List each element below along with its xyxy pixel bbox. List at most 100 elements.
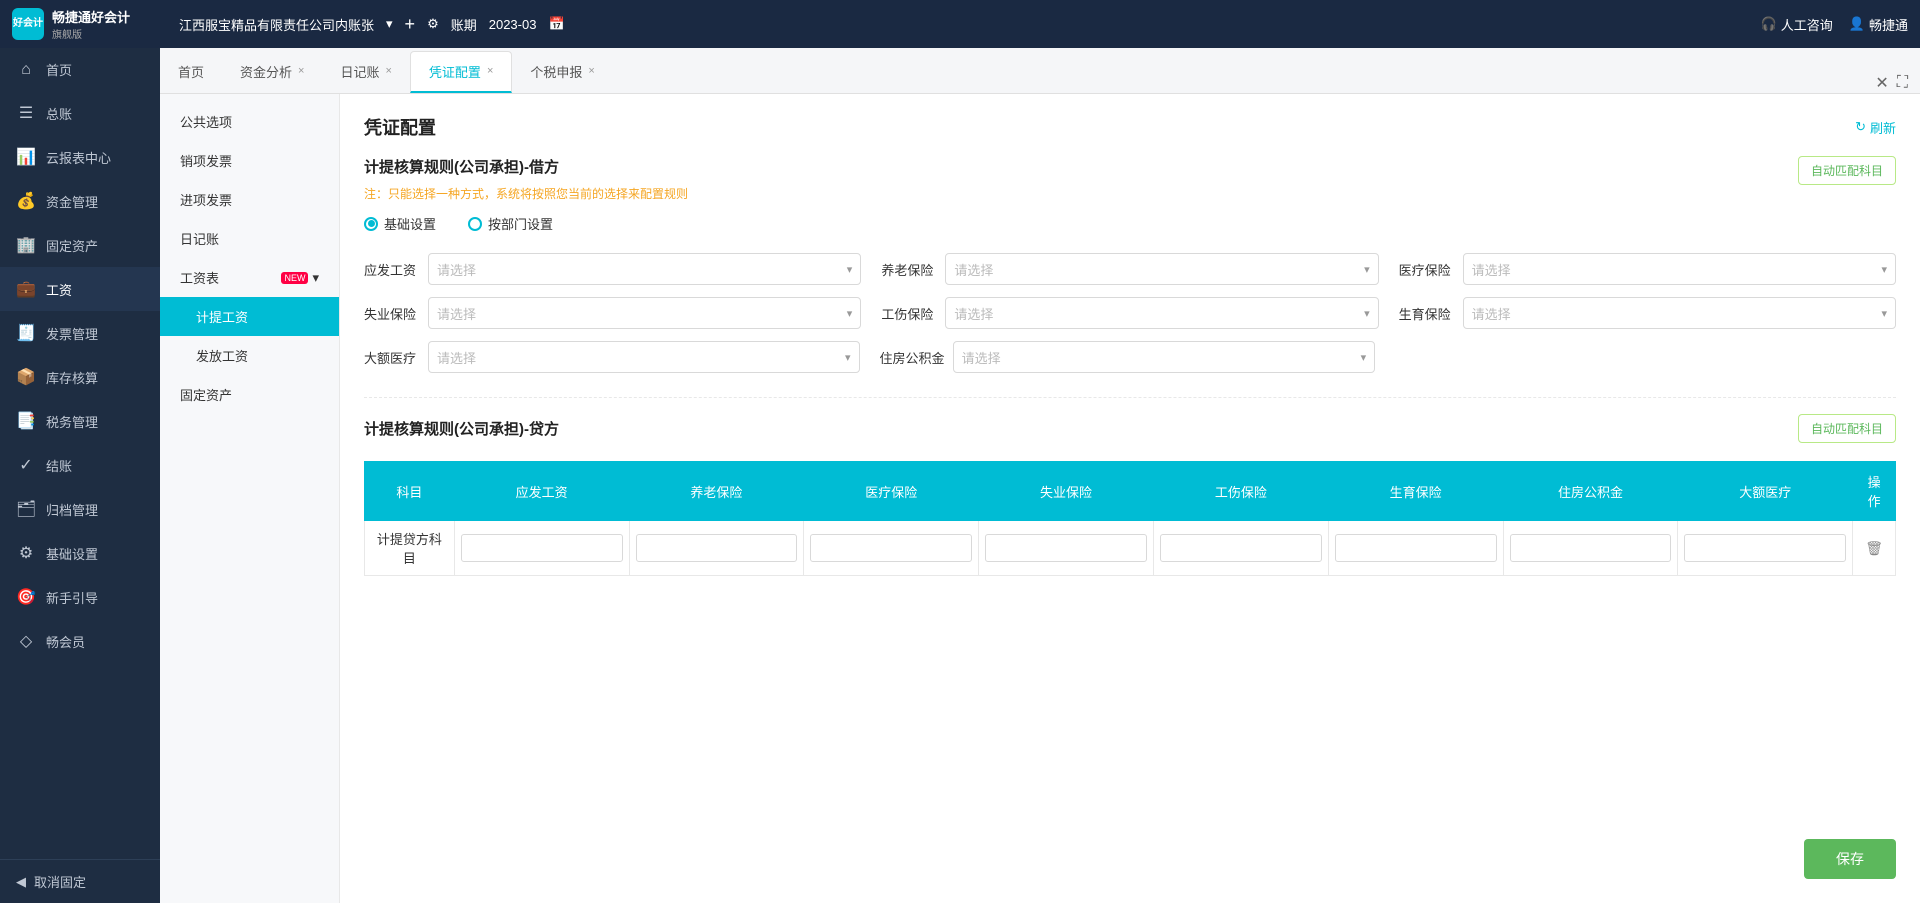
radio-basic[interactable]: 基础设置 xyxy=(364,214,436,233)
sidebar-item-reports[interactable]: 📊 云报表中心 xyxy=(0,135,160,179)
page-title: 凭证配置 xyxy=(364,114,436,140)
tab-close-tax[interactable]: × xyxy=(588,66,594,77)
logo-text: 畅捷通好会计 xyxy=(52,7,130,26)
tab-close-voucher[interactable]: × xyxy=(487,66,493,77)
sidebar-item-home[interactable]: ⌂ 首页 xyxy=(0,48,160,91)
table-header-row: 科目 应发工资 养老保险 医疗保险 失业保险 工伤保险 生育保险 住房公积金 大… xyxy=(365,462,1896,521)
input-gongshang[interactable] xyxy=(1160,534,1322,562)
radio-dept[interactable]: 按部门设置 xyxy=(468,214,553,233)
sidebar-item-settings[interactable]: ⚙ 基础设置 xyxy=(0,531,160,575)
sidebar-item-tax[interactable]: 📑 税务管理 xyxy=(0,399,160,443)
ledger-icon: ☰ xyxy=(16,103,36,123)
input-yanglao[interactable] xyxy=(636,534,798,562)
chevron-icon6: ▾ xyxy=(1881,307,1887,320)
tab-home[interactable]: 首页 xyxy=(160,52,222,93)
leftnav-journal[interactable]: 日记账 xyxy=(160,219,339,258)
delete-row-btn[interactable]: 🗑 xyxy=(1865,540,1883,557)
td-action: 🗑 xyxy=(1853,521,1896,576)
logo-area: 好会计 畅捷通好会计 旗舰版 xyxy=(12,7,167,41)
leftnav-fixed-assets[interactable]: 固定资产 xyxy=(160,375,339,414)
td-shiye-input[interactable] xyxy=(979,521,1154,576)
leftnav-purchase[interactable]: 进项发票 xyxy=(160,180,339,219)
top-bar: 好会计 畅捷通好会计 旗舰版 江西服宝精品有限责任公司内账张 ▾ + ⚙ 账期 … xyxy=(0,0,1920,48)
select-yiliao-baoxian[interactable]: 请选择 ▾ xyxy=(1463,253,1896,285)
input-shengyu[interactable] xyxy=(1335,534,1497,562)
td-yingfa-input[interactable] xyxy=(454,521,629,576)
leftnav-calc-salary[interactable]: 计提工资 xyxy=(160,297,339,336)
company-dropdown-btn[interactable]: ▾ xyxy=(386,16,393,32)
add-account-btn[interactable]: + xyxy=(405,14,416,35)
leftnav-sales[interactable]: 销项发票 xyxy=(160,141,339,180)
assets-icon: 🏢 xyxy=(16,235,36,255)
td-dae-input[interactable] xyxy=(1678,521,1853,576)
guide-icon: 🎯 xyxy=(16,587,36,607)
debit-fields-row3: 大额医疗 请选择 ▾ 住房公积金 请选择 ▾ xyxy=(364,341,1375,373)
select-shiye-baoxian[interactable]: 请选择 ▾ xyxy=(428,297,861,329)
tab-tax-report[interactable]: 个税申报 × xyxy=(512,52,612,93)
input-zhufang[interactable] xyxy=(1510,534,1672,562)
sidebar-label-home: 首页 xyxy=(46,60,72,79)
td-gongshang-input[interactable] xyxy=(1153,521,1328,576)
sidebar-item-funds[interactable]: 💰 资金管理 xyxy=(0,179,160,223)
sidebar-item-ledger[interactable]: ☰ 总账 xyxy=(0,91,160,135)
leftnav-salary-table[interactable]: 工资表 NEW ▾ xyxy=(160,258,339,297)
credit-table: 科目 应发工资 养老保险 医疗保险 失业保险 工伤保险 生育保险 住房公积金 大… xyxy=(364,461,1896,576)
headphone-icon: 🎧 xyxy=(1761,16,1777,32)
leftnav-public[interactable]: 公共选项 xyxy=(160,102,339,141)
tabs-right-controls: ✕ ⛶ xyxy=(1863,73,1920,93)
tab-voucher-config[interactable]: 凭证配置 × xyxy=(410,51,512,93)
td-yiliao-input[interactable] xyxy=(804,521,979,576)
funds-icon: 💰 xyxy=(16,191,36,211)
tab-fund-analysis[interactable]: 资金分析 × xyxy=(222,52,322,93)
user-btn[interactable]: 👤 畅捷通 xyxy=(1849,15,1908,34)
sidebar-item-member[interactable]: ◇ 畅会员 xyxy=(0,619,160,663)
tab-journal[interactable]: 日记账 × xyxy=(322,52,409,93)
leftnav-pay-salary[interactable]: 发放工资 xyxy=(160,336,339,375)
sidebar-item-guide[interactable]: 🎯 新手引导 xyxy=(0,575,160,619)
sidebar-footer-unpin[interactable]: ◀ 取消固定 xyxy=(0,859,160,903)
select-shengyu-baoxian[interactable]: 请选择 ▾ xyxy=(1463,297,1896,329)
debit-section-note: 注：只能选择一种方式，系统将按照您当前的选择来配置规则 xyxy=(364,185,688,202)
td-yanglao-input[interactable] xyxy=(629,521,804,576)
debit-fields-row2: 失业保险 请选择 ▾ 工伤保险 请选择 ▾ xyxy=(364,297,1896,329)
invoice-icon: 🧾 xyxy=(16,323,36,343)
settings-btn[interactable]: ⚙ xyxy=(427,16,439,32)
close-all-tabs-btn[interactable]: ✕ xyxy=(1875,73,1888,93)
content-area: 首页 资金分析 × 日记账 × 凭证配置 × 个税申报 × ✕ ⛶ xyxy=(160,48,1920,903)
refresh-btn[interactable]: ↻ 刷新 xyxy=(1855,118,1896,137)
sidebar-item-stock[interactable]: 📦 库存核算 xyxy=(0,355,160,399)
input-dae[interactable] xyxy=(1684,534,1846,562)
expand-btn[interactable]: ⛶ xyxy=(1897,74,1908,92)
calendar-icon[interactable]: 📅 xyxy=(548,16,564,32)
credit-auto-match-btn[interactable]: 自动匹配科目 xyxy=(1798,414,1896,443)
tab-close-fund[interactable]: × xyxy=(298,66,304,77)
sidebar-item-invoice[interactable]: 🧾 发票管理 xyxy=(0,311,160,355)
consult-btn[interactable]: 🎧 人工咨询 xyxy=(1761,15,1833,34)
input-shiye[interactable] xyxy=(985,534,1147,562)
sidebar-item-salary[interactable]: 💼 工资 xyxy=(0,267,160,311)
select-dae-yiliao[interactable]: 请选择 ▾ xyxy=(428,341,860,373)
th-yanglao: 养老保险 xyxy=(629,462,804,521)
unpin-label: 取消固定 xyxy=(34,872,86,891)
chevron-icon2: ▾ xyxy=(1364,263,1370,276)
sidebar-item-closing[interactable]: ✓ 结账 xyxy=(0,443,160,487)
chevron-icon3: ▾ xyxy=(1881,263,1887,276)
th-yiliao: 医疗保险 xyxy=(804,462,979,521)
tab-close-journal[interactable]: × xyxy=(385,66,391,77)
sidebar-item-archive[interactable]: 🗂 归档管理 xyxy=(0,487,160,531)
logo-abbr: 好会计 xyxy=(13,19,43,29)
company-name: 江西服宝精品有限责任公司内账张 xyxy=(179,15,374,34)
user-icon: 👤 xyxy=(1849,16,1865,32)
select-zhufang-gongjijin[interactable]: 请选择 ▾ xyxy=(953,341,1376,373)
field-zhufang-gongjijin: 住房公积金 请选择 ▾ xyxy=(880,341,1376,373)
select-yanglao-baoxian[interactable]: 请选择 ▾ xyxy=(945,253,1378,285)
select-gongshang-baoxian[interactable]: 请选择 ▾ xyxy=(945,297,1378,329)
input-yiliao[interactable] xyxy=(810,534,972,562)
td-shengyu-input[interactable] xyxy=(1328,521,1503,576)
debit-auto-match-btn[interactable]: 自动匹配科目 xyxy=(1798,156,1896,185)
select-yingfa-gongzi[interactable]: 请选择 ▾ xyxy=(428,253,861,285)
save-btn[interactable]: 保存 xyxy=(1804,839,1896,879)
input-yingfa[interactable] xyxy=(461,534,623,562)
td-zhufang-input[interactable] xyxy=(1503,521,1678,576)
sidebar-item-assets[interactable]: 🏢 固定资产 xyxy=(0,223,160,267)
